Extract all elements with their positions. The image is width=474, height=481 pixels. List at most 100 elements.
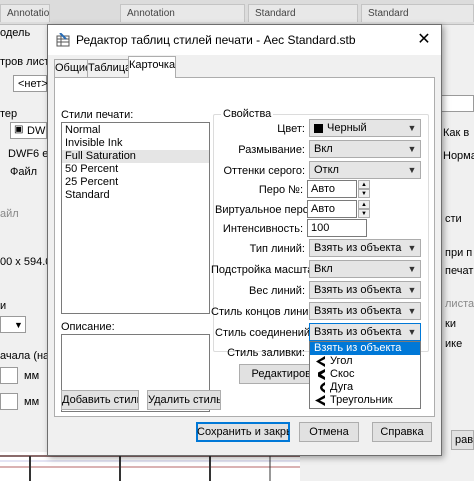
- pen-number-input[interactable]: Авто: [307, 180, 357, 198]
- description-label: Описание:: [61, 321, 115, 333]
- chevron-down-icon: ▼: [407, 306, 417, 316]
- list-item[interactable]: 50 Percent: [62, 163, 209, 176]
- background-label: печати: [445, 265, 474, 277]
- dropdown-item-use-object[interactable]: Взять из объекта: [310, 342, 420, 355]
- background-label: тер: [0, 108, 18, 120]
- background-label: листа: [445, 298, 474, 310]
- background-offset-x-input[interactable]: [0, 367, 18, 384]
- background-printer-combo[interactable]: ▣ DW: [10, 122, 47, 139]
- background-label: ике: [445, 338, 463, 350]
- add-style-button[interactable]: Добавить стиль: [61, 390, 139, 410]
- background-label: и: [0, 300, 7, 312]
- spin-up-icon[interactable]: ▲: [358, 180, 370, 189]
- background-label: айл: [0, 208, 19, 220]
- plot-styles-list[interactable]: Normal Invisible Ink Full Saturation 50 …: [61, 122, 210, 314]
- printer-icon: ▣: [14, 124, 24, 135]
- dropdown-item-round[interactable]: Дуга: [310, 381, 420, 394]
- fill-style-label: Стиль заливки:: [227, 347, 305, 359]
- adaptive-combo[interactable]: Вкл ▼: [309, 260, 421, 278]
- intensity-input[interactable]: 100: [307, 219, 367, 237]
- color-swatch: [314, 124, 323, 133]
- adaptive-label: Подстройка масштаба:: [211, 264, 329, 276]
- virtual-pen-input[interactable]: Авто: [307, 200, 357, 218]
- pen-number-spinner[interactable]: ▲ ▼: [358, 180, 370, 198]
- diamond-join-icon: [315, 395, 325, 406]
- tab-form-view[interactable]: Карточка: [128, 56, 176, 78]
- cancel-button[interactable]: Отмена: [299, 422, 359, 442]
- background-combo[interactable]: [441, 95, 474, 112]
- background-tab[interactable]: Annotation: [0, 4, 50, 22]
- list-item[interactable]: Standard: [62, 189, 209, 202]
- background-label: при п: [445, 247, 473, 259]
- line-join-style-label: Стиль соединений:: [215, 327, 314, 339]
- chevron-down-icon: ▼: [407, 327, 417, 337]
- drawing-preview-lines: [0, 455, 300, 481]
- close-button[interactable]: ✕: [412, 29, 436, 51]
- form-view-panel: Стили печати: Normal Invisible Ink Full …: [54, 77, 435, 417]
- background-combo[interactable]: ▼: [0, 316, 26, 333]
- plot-style-table-editor-dialog: Редактор таблиц стилей печати - Aec Stan…: [47, 24, 442, 456]
- dialog-title: Редактор таблиц стилей печати - Aec Stan…: [76, 33, 356, 47]
- background-label: сти: [445, 213, 462, 225]
- line-join-style-combo[interactable]: Взять из объекта ▼: [309, 323, 421, 341]
- spin-up-icon[interactable]: ▲: [358, 200, 370, 209]
- background-page-setup-combo[interactable]: <нет>: [13, 75, 48, 92]
- list-item[interactable]: Normal: [62, 124, 209, 137]
- background-tab[interactable]: Standard: [361, 4, 474, 22]
- drawing-preview: [0, 452, 300, 481]
- lineweight-label: Вес линий:: [249, 285, 305, 297]
- list-item[interactable]: 25 Percent: [62, 176, 209, 189]
- line-end-style-combo[interactable]: Взять из объекта ▼: [309, 302, 421, 320]
- chevron-down-icon: ▼: [407, 123, 417, 133]
- round-join-icon: [320, 382, 325, 393]
- chevron-down-icon: ▼: [407, 243, 417, 253]
- spin-down-icon[interactable]: ▼: [358, 209, 370, 218]
- color-label: Цвет:: [277, 123, 305, 135]
- linetype-combo[interactable]: Взять из объекта ▼: [309, 239, 421, 257]
- properties-label: Свойства: [221, 108, 274, 120]
- dropdown-item-bevel[interactable]: Скос: [310, 368, 420, 381]
- spin-down-icon[interactable]: ▼: [358, 189, 370, 198]
- chevron-down-icon: ▼: [14, 320, 23, 330]
- list-item-selected[interactable]: Full Saturation: [62, 150, 209, 163]
- background-tab[interactable]: Standard: [248, 4, 358, 22]
- chevron-down-icon: ▼: [407, 264, 417, 274]
- bevel-join-icon: [318, 369, 325, 380]
- save-and-close-button[interactable]: Сохранить и закрыть: [196, 422, 290, 442]
- plot-styles-label: Стили печати:: [61, 109, 134, 121]
- miter-join-icon: [316, 356, 325, 367]
- line-end-style-label: Стиль концов линий:: [211, 306, 318, 318]
- chevron-down-icon: ▼: [407, 165, 417, 175]
- dither-combo[interactable]: Вкл ▼: [309, 140, 421, 158]
- color-combo[interactable]: Черный ▼: [309, 119, 421, 137]
- background-offset-y-input[interactable]: [0, 393, 18, 410]
- background-unit: мм: [24, 396, 40, 408]
- list-item[interactable]: Invisible Ink: [62, 137, 209, 150]
- close-icon: ✕: [417, 31, 431, 48]
- background-tab-strip: Annotation Annotation Standard Standard: [0, 0, 474, 25]
- delete-style-button[interactable]: Удалить стиль: [147, 390, 221, 410]
- lineweight-combo[interactable]: Взять из объекта ▼: [309, 281, 421, 299]
- background-tab[interactable]: Annotation: [120, 4, 245, 22]
- help-button[interactable]: Справка: [372, 422, 432, 442]
- chevron-down-icon: ▼: [407, 144, 417, 154]
- tab-table[interactable]: Таблица: [87, 59, 131, 77]
- background-label: ки: [445, 318, 456, 330]
- pen-number-label: Перо №:: [258, 184, 303, 196]
- grayscale-label: Оттенки серого:: [223, 165, 305, 177]
- chevron-down-icon: ▼: [407, 285, 417, 295]
- virtual-pen-spinner[interactable]: ▲ ▼: [358, 200, 370, 218]
- dropdown-item-miter[interactable]: Угол: [310, 355, 420, 368]
- background-unit: мм: [24, 370, 40, 382]
- background-label: одель: [0, 27, 31, 39]
- background-label: Файл: [10, 166, 38, 178]
- tab-general[interactable]: Общие: [54, 59, 91, 77]
- intensity-label: Интенсивность:: [222, 223, 303, 235]
- grayscale-combo[interactable]: Откл ▼: [309, 161, 421, 179]
- virtual-pen-label: Виртуальное перо №:: [215, 204, 327, 216]
- line-join-dropdown[interactable]: Взять из объекта Угол Скос Дуга Треуголь…: [309, 341, 421, 409]
- dialog-titlebar[interactable]: Редактор таблиц стилей печати - Aec Stan…: [48, 25, 441, 55]
- dropdown-item-diamond[interactable]: Треугольник: [310, 394, 420, 407]
- background-label: Как в: [443, 127, 470, 139]
- background-button[interactable]: рав: [451, 430, 474, 450]
